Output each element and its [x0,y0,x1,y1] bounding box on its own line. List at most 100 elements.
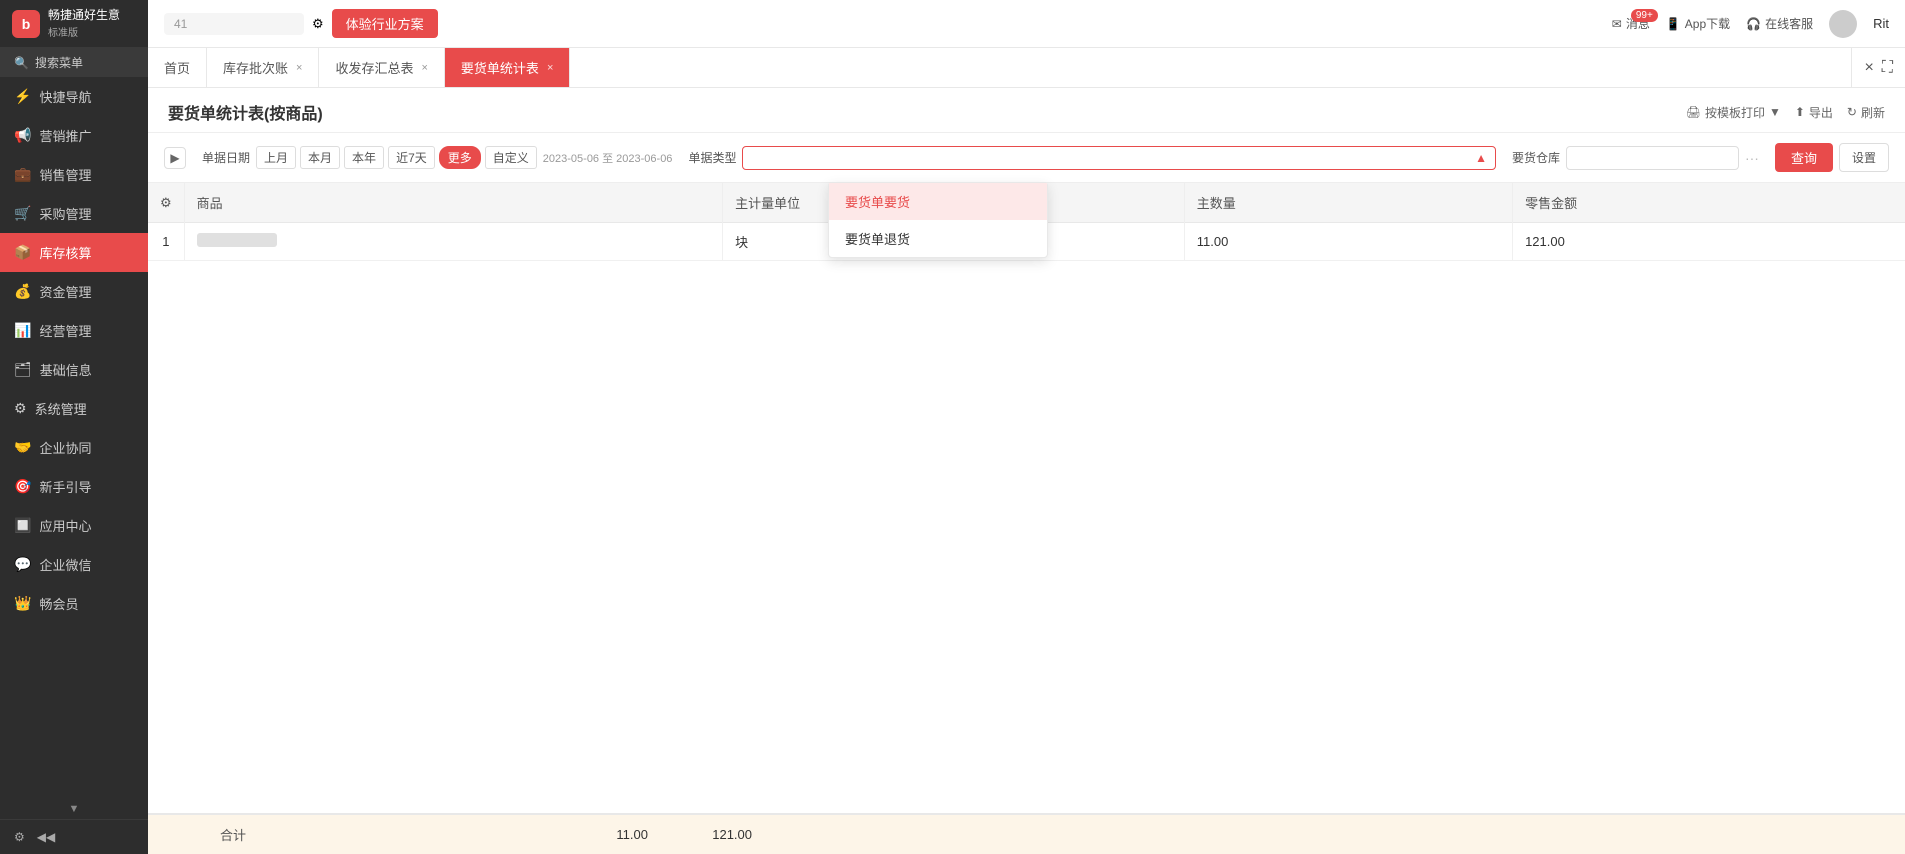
query-btn[interactable]: 查询 [1775,143,1833,172]
tab-recv-summary-label: 收发存汇总表 [335,58,413,77]
warehouse-more-icon[interactable]: ··· [1745,150,1759,166]
print-btn[interactable]: 🖨 按模板打印 ▼ [1686,104,1781,121]
th-settings[interactable]: ⚙ [148,183,184,223]
type-select-arrow[interactable]: ▲ [1467,151,1495,165]
sidebar-item-label: 基础信息 [40,360,92,379]
tab-inventory-batch[interactable]: 库存批次账 × [207,48,319,87]
sidebar-item-basic[interactable]: 🗂 基础信息 [0,350,148,389]
date-7days-btn[interactable]: 近7天 [388,146,435,169]
content-area: 要货单统计表(按商品) 🖨 按模板打印 ▼ ⬆ 导出 ↻ 刷新 ▶ [148,88,1905,854]
sidebar-logo: b 畅捷通好生意 标准版 [0,0,148,48]
settings-bottom-icon[interactable]: ⚙ [14,830,25,844]
sidebar-item-operation[interactable]: 📊 经营管理 [0,311,148,350]
refresh-btn[interactable]: ↻ 刷新 [1847,104,1885,121]
tabs-close-all[interactable]: × ⛶ [1851,48,1905,87]
export-icon: ⬆ [1795,105,1805,119]
member-icon: 👑 [14,595,31,612]
sidebar-item-finance[interactable]: 💰 资金管理 [0,272,148,311]
online-service-label: 在线客服 [1765,15,1813,32]
trial-btn[interactable]: 体验行业方案 [332,9,438,38]
date-buttons: 上月 本月 本年 近7天 更多 自定义 [256,146,537,169]
warehouse-input[interactable] [1566,146,1739,170]
type-filter-label: 单据类型 [688,149,736,166]
date-more-btn[interactable]: 更多 [439,146,481,169]
date-filter-group: 单据日期 上月 本月 本年 近7天 更多 自定义 2023-05-06 至 20… [202,146,672,169]
sidebar-item-guide[interactable]: 🎯 新手引导 [0,467,148,506]
footer-amount: 121.00 [672,827,752,842]
tab-home-label: 首页 [164,58,190,77]
dropdown-item-req-return[interactable]: 要货单退货 [829,220,1047,257]
date-prev-month-btn[interactable]: 上月 [256,146,296,169]
search-menu-label: 搜索菜单 [35,54,83,71]
basic-icon: 🗂 [14,361,32,378]
sidebar-item-apps[interactable]: 🔲 应用中心 [0,506,148,545]
maximize-icon: ⛶ [1882,59,1893,77]
refresh-icon: ↻ [1847,105,1857,119]
footer-qty: 11.00 [568,827,648,842]
sidebar-item-marketing[interactable]: 📢 营销推广 [0,116,148,155]
apps-icon: 🔲 [14,517,31,534]
sidebar-item-coop[interactable]: 🤝 企业协同 [0,428,148,467]
tab-order-summary[interactable]: 要货单统计表 × [445,48,570,87]
type-filter-group: 单据类型 ▲ [688,146,1496,170]
messages-btn[interactable]: ✉ 消息 99+ [1612,15,1650,32]
close-tab-order-summary[interactable]: × [547,62,553,74]
sidebar-item-label: 销售管理 [39,165,91,184]
type-select-wrapper: ▲ [742,146,1496,170]
page-actions: 🖨 按模板打印 ▼ ⬆ 导出 ↻ 刷新 [1686,104,1885,121]
app-download-icon: 📱 [1666,17,1681,31]
sidebar-scroll-down[interactable]: ▼ [0,799,148,819]
date-curr-month-btn[interactable]: 本月 [300,146,340,169]
app-logo-icon: b [12,10,40,38]
page-title: 要货单统计表(按商品) [168,100,323,124]
cell-qty: 11.00 [1184,223,1512,261]
sidebar-item-purchase[interactable]: 🛒 采购管理 [0,194,148,233]
date-curr-year-btn[interactable]: 本年 [344,146,384,169]
close-tab-inventory-batch[interactable]: × [296,62,302,74]
app-download-btn[interactable]: 📱 App下载 [1666,15,1730,32]
close-tab-recv-summary[interactable]: × [421,62,427,74]
sidebar-item-label: 经营管理 [39,321,91,340]
close-all-icon: × [1864,59,1873,77]
tab-recv-summary[interactable]: 收发存汇总表 × [319,48,444,87]
sidebar-item-label: 系统管理 [35,399,87,418]
topbar-gear-icon[interactable]: ⚙ [312,16,324,32]
sidebar-item-wechat[interactable]: 💬 企业微信 [0,545,148,584]
sidebar-item-label: 快捷导航 [39,87,91,106]
sidebar-item-inventory[interactable]: 📦 库存核算 [0,233,148,272]
refresh-label: 刷新 [1861,104,1885,121]
sidebar-item-quick-nav[interactable]: ⚡ 快捷导航 [0,77,148,116]
settings-btn[interactable]: 设置 [1839,143,1889,172]
online-service-btn[interactable]: 🎧 在线客服 [1746,15,1813,32]
th-amount: 零售金额 [1513,183,1905,223]
sidebar-item-label: 畅会员 [39,594,78,613]
sidebar-item-label: 库存核算 [39,243,91,262]
user-avatar[interactable] [1829,10,1857,38]
collapse-sidebar-btn[interactable]: ◀◀ [37,830,55,844]
type-select-input[interactable] [743,147,1467,169]
cell-amount: 121.00 [1513,223,1905,261]
tab-home[interactable]: 首页 [148,48,207,87]
sidebar-item-label: 新手引导 [39,477,91,496]
app-name-block: 畅捷通好生意 标准版 [48,8,120,39]
date-range-display: 2023-05-06 至 2023-06-06 [543,150,673,166]
sidebar-nav: ⚡ 快捷导航 📢 营销推广 💼 销售管理 🛒 采购管理 📦 库存核算 💰 资金管… [0,77,148,799]
filter-expand-btn[interactable]: ▶ [164,147,186,169]
sidebar-item-system[interactable]: ⚙ 系统管理 [0,389,148,428]
search-menu-btn[interactable]: 🔍 搜索菜单 [0,48,148,77]
dropdown-item-req-order[interactable]: 要货单要货 [829,183,1047,220]
topbar-left: 41 ⚙ 体验行业方案 [164,9,1596,38]
version-display: 41 [164,13,304,35]
export-label: 导出 [1809,104,1833,121]
sidebar-bottom: ⚙ ◀◀ [0,819,148,854]
date-custom-btn[interactable]: 自定义 [485,146,537,169]
sidebar-item-label: 资金管理 [39,282,91,301]
sidebar-item-sales[interactable]: 💼 销售管理 [0,155,148,194]
tab-inventory-batch-label: 库存批次账 [223,58,288,77]
export-btn[interactable]: ⬆ 导出 [1795,104,1833,121]
sales-icon: 💼 [14,166,31,183]
table-wrapper: ⚙ 商品 主计量单位 主数量 零售金额 1 块 11.00 121.00 [148,183,1905,813]
sidebar-item-member[interactable]: 👑 畅会员 [0,584,148,623]
system-icon: ⚙ [14,400,27,417]
filter-bar: ▶ 单据日期 上月 本月 本年 近7天 更多 自定义 2023-05-06 至 … [148,133,1905,183]
